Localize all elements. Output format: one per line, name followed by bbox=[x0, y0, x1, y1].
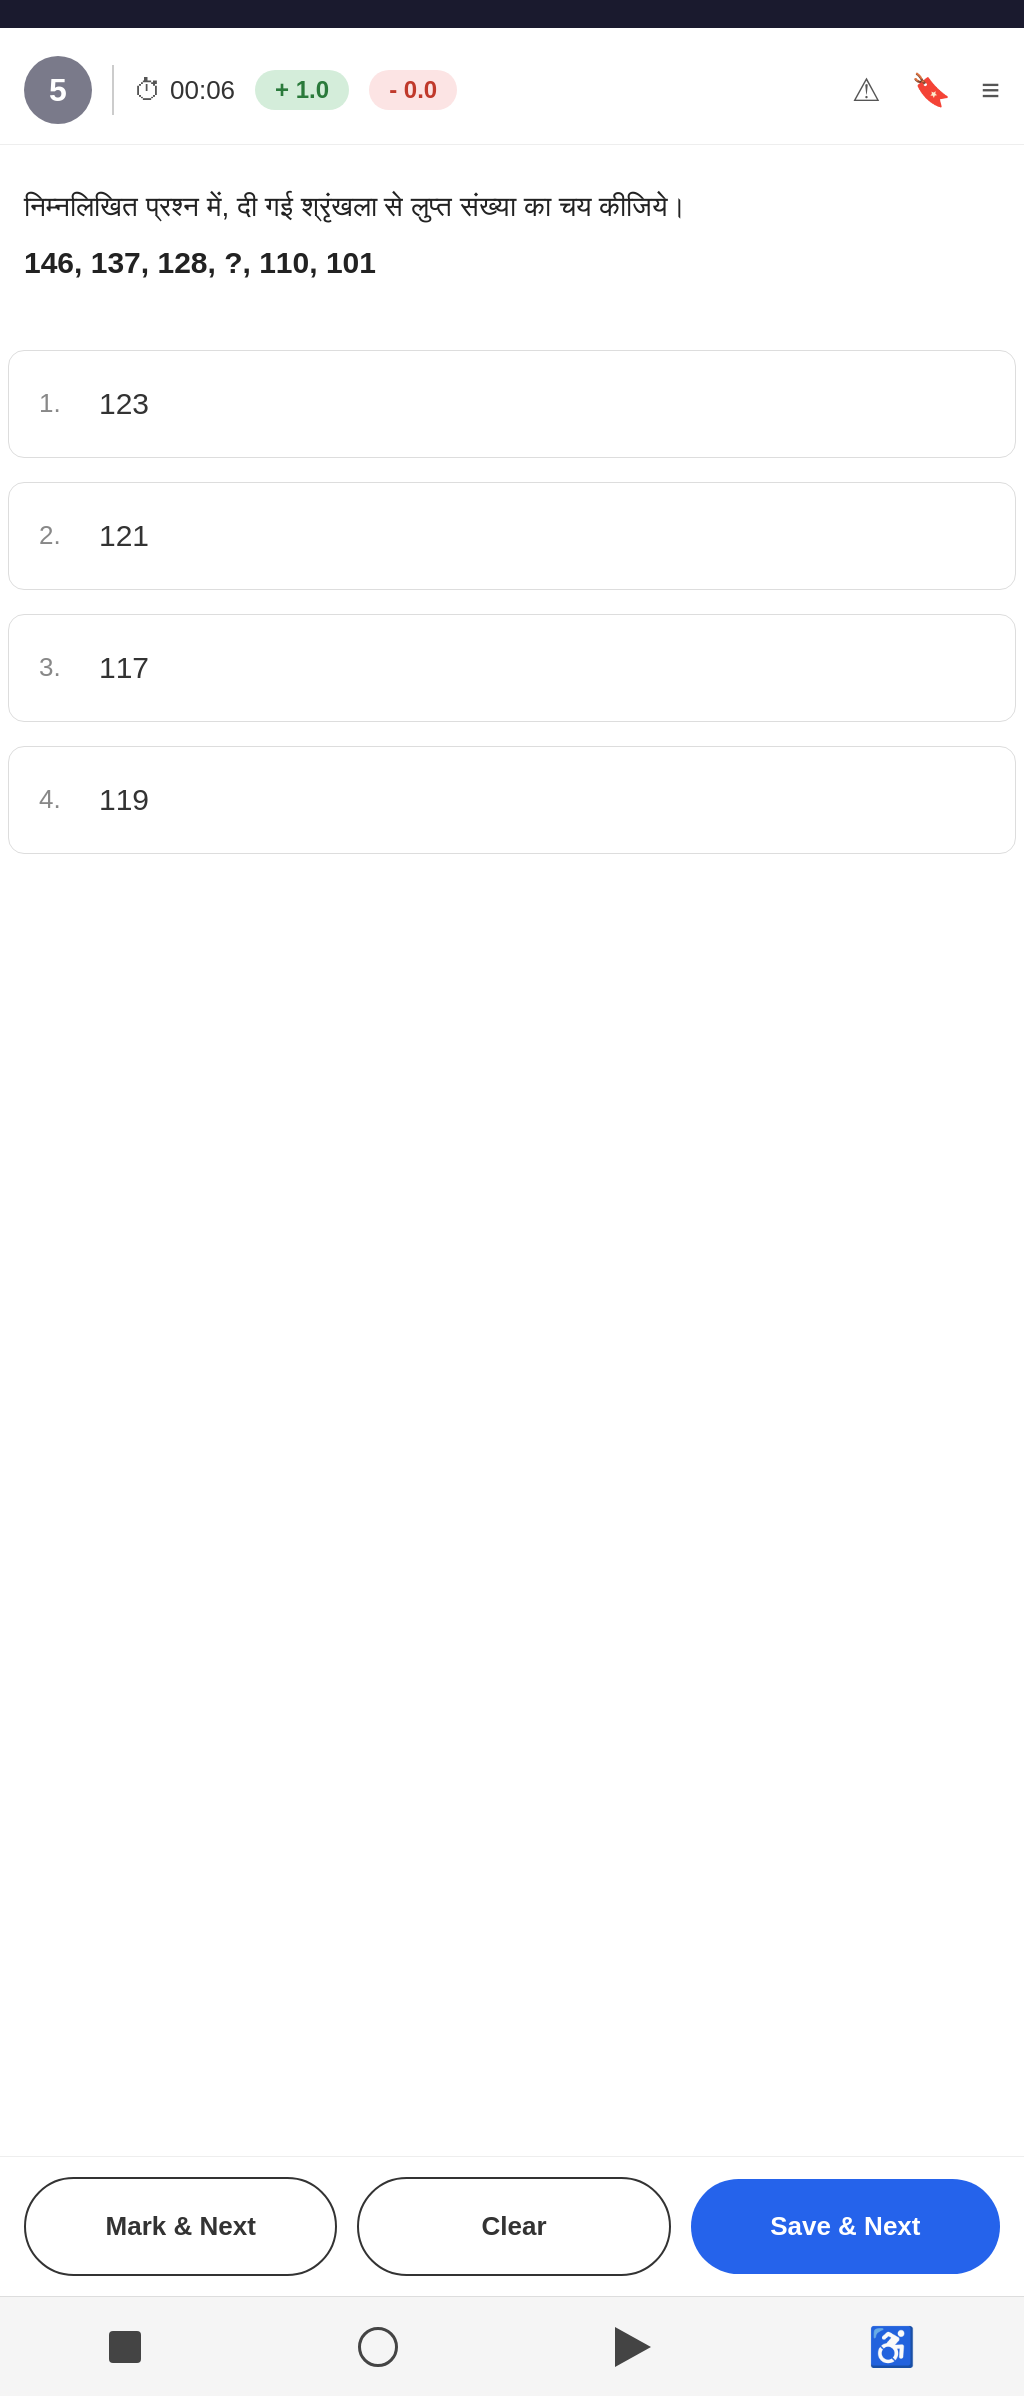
warning-icon[interactable]: ⚠ bbox=[852, 71, 881, 109]
top-bar bbox=[0, 0, 1024, 28]
question-text: निम्नलिखित प्रश्न में, दी गई श्रृंखला से… bbox=[24, 185, 1000, 230]
option-value-1: 123 bbox=[99, 387, 149, 421]
bookmark-icon[interactable]: 🔖 bbox=[911, 71, 951, 109]
android-square-button[interactable] bbox=[109, 2331, 141, 2363]
bottom-buttons: Mark & Next Clear Save & Next bbox=[0, 2156, 1024, 2296]
option-item-4[interactable]: 4. 119 bbox=[8, 746, 1016, 854]
option-item-3[interactable]: 3. 117 bbox=[8, 614, 1016, 722]
option-number-2: 2. bbox=[39, 520, 75, 551]
header-divider bbox=[112, 65, 114, 115]
android-accessibility-button[interactable]: ♿ bbox=[868, 2325, 915, 2369]
positive-marks-badge: + 1.0 bbox=[255, 70, 349, 110]
option-value-4: 119 bbox=[99, 783, 149, 817]
clear-button[interactable]: Clear bbox=[357, 2177, 670, 2276]
save-next-button[interactable]: Save & Next bbox=[691, 2179, 1000, 2274]
option-number-1: 1. bbox=[39, 388, 75, 419]
option-number-4: 4. bbox=[39, 784, 75, 815]
header: 5 ⏱ 00:06 + 1.0 - 0.0 ⚠ 🔖 ≡ bbox=[0, 28, 1024, 145]
more-icon[interactable]: ≡ bbox=[981, 72, 1000, 109]
header-icons: ⚠ 🔖 ≡ bbox=[852, 71, 1000, 109]
option-value-2: 121 bbox=[99, 519, 149, 553]
android-back-button[interactable] bbox=[615, 2327, 651, 2367]
question-body: निम्नलिखित प्रश्न में, दी गई श्रृंखला से… bbox=[0, 145, 1024, 330]
android-home-button[interactable] bbox=[358, 2327, 398, 2367]
option-number-3: 3. bbox=[39, 652, 75, 683]
option-item-2[interactable]: 2. 121 bbox=[8, 482, 1016, 590]
mark-next-button[interactable]: Mark & Next bbox=[24, 2177, 337, 2276]
question-series: 146, 137, 128, ?, 110, 101 bbox=[24, 246, 1000, 280]
question-number-badge: 5 bbox=[24, 56, 92, 124]
android-navigation-bar: ♿ bbox=[0, 2296, 1024, 2396]
option-item-1[interactable]: 1. 123 bbox=[8, 350, 1016, 458]
options-container: 1. 123 2. 121 3. 117 4. 119 bbox=[0, 350, 1024, 854]
timer: ⏱ 00:06 bbox=[134, 74, 235, 107]
option-value-3: 117 bbox=[99, 651, 149, 685]
clock-icon: ⏱ bbox=[134, 74, 162, 107]
negative-marks-badge: - 0.0 bbox=[369, 70, 457, 110]
